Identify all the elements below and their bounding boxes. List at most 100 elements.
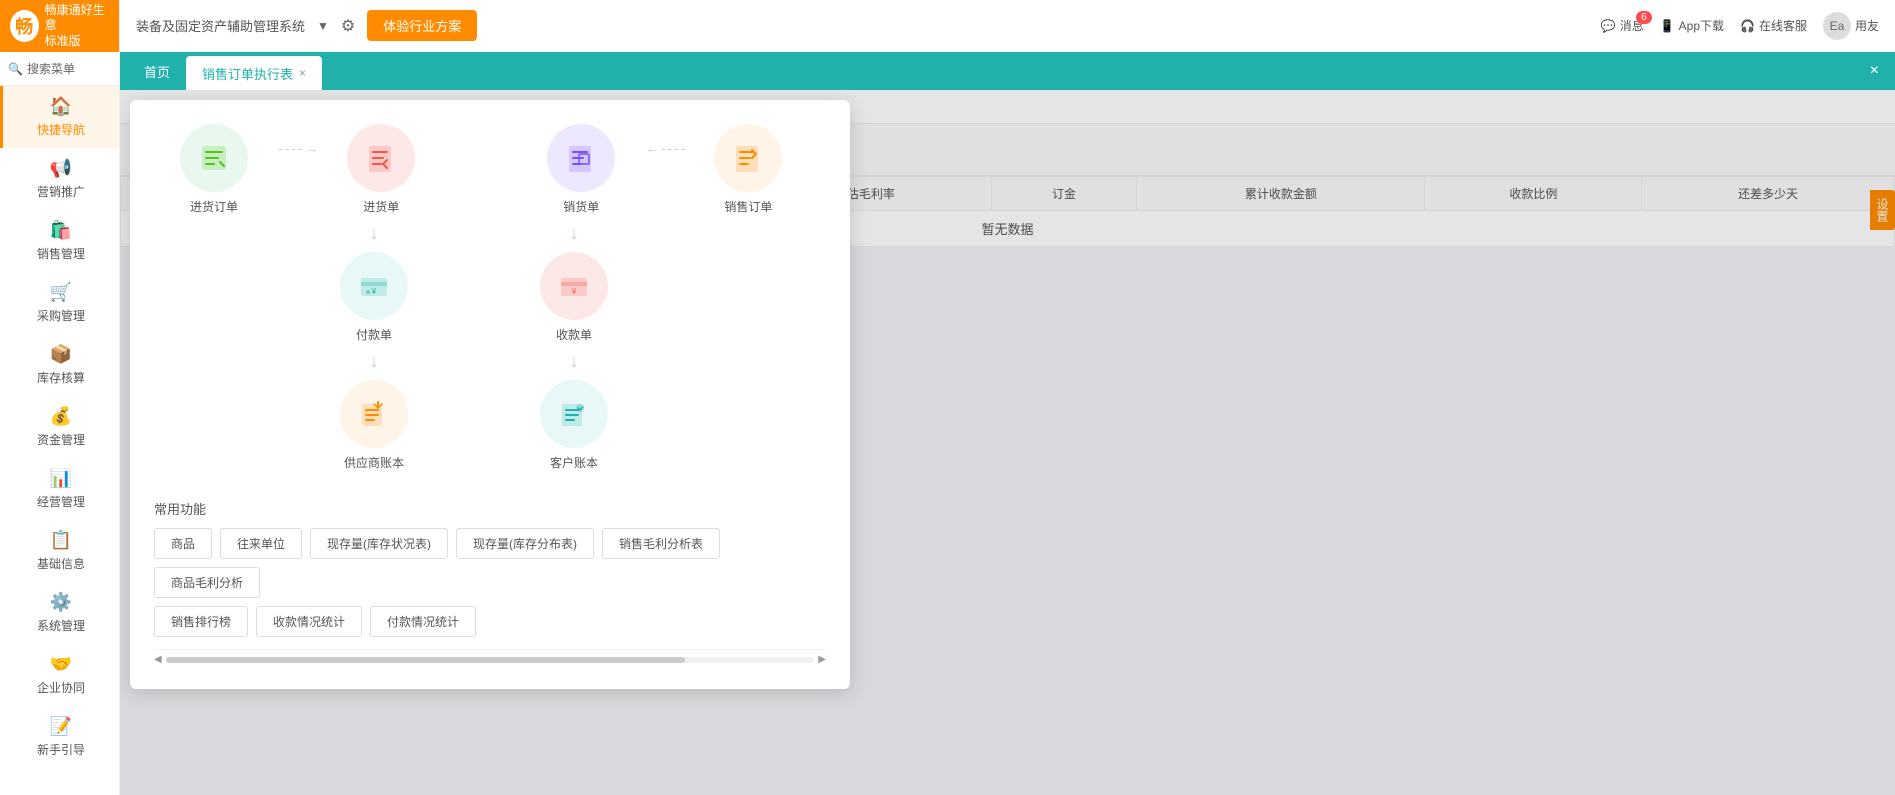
guide-icon: 📝 <box>50 716 72 737</box>
func-btn-sales-rank[interactable]: 销售排行榜 <box>154 606 248 637</box>
logo-text: 畅康通好生意 标准版 <box>45 3 109 50</box>
sidebar-item-operations[interactable]: 📊 经营管理 <box>0 458 119 520</box>
flow-row-v-arrows-2: ↓ ↓ <box>154 351 826 372</box>
flow-node-supplier[interactable]: 供应商账本 <box>314 380 434 471</box>
xh-bill-circle <box>547 124 615 192</box>
supplier-circle <box>340 380 408 448</box>
svg-text:¥: ¥ <box>571 287 577 296</box>
app-download-btn[interactable]: 📱 App下载 <box>1660 17 1724 34</box>
func-btn-product-profit[interactable]: 商品毛利分析 <box>154 567 260 598</box>
xh-order-label: 销售订单 <box>724 198 772 215</box>
flow-node-jh-order[interactable]: 进货订单 <box>154 124 274 215</box>
flow-v-arrow-jh: ↓ <box>314 223 434 244</box>
settings-icon[interactable]: ⚙ <box>341 16 355 36</box>
flow-row-1: 进货订单 - - - - → <box>154 124 826 215</box>
flow-node-xh-bill[interactable]: 销货单 <box>521 124 641 215</box>
fk-circle: ¥ <box>340 252 408 320</box>
message-icon: 💬 <box>1601 19 1616 33</box>
popup-scrollbar: ◀ ▶ <box>154 649 826 665</box>
sidebar-item-inventory[interactable]: 📦 库存核算 <box>0 334 119 396</box>
sidebar-item-quicknav[interactable]: 🏠 快捷导航 <box>0 86 119 148</box>
func-btn-receipt-stats[interactable]: 收款情况统计 <box>256 606 362 637</box>
customer-circle <box>540 380 608 448</box>
user-menu[interactable]: Ea 用友 <box>1823 12 1879 40</box>
xh-order-circle <box>714 124 782 192</box>
func-buttons-row2: 销售排行榜 收款情况统计 付款情况统计 <box>154 606 826 637</box>
sidebar-nav: 🏠 快捷导航 📢 营销推广 🛍️ 销售管理 🛒 采购管理 📦 库存核算 💰 <box>0 86 119 795</box>
func-btn-product[interactable]: 商品 <box>154 528 212 559</box>
func-btn-partners[interactable]: 往来单位 <box>220 528 302 559</box>
finance-icon: 💰 <box>50 406 72 427</box>
sidebar-item-guide[interactable]: 📝 新手引导 <box>0 706 119 768</box>
flow-diagram: 进货订单 - - - - → <box>154 124 826 479</box>
online-service-btn[interactable]: 🎧 在线客服 <box>1740 17 1807 34</box>
tabbar-close-btn[interactable]: × <box>1862 52 1887 90</box>
sk-label: 收款单 <box>556 326 592 343</box>
sidebar-item-collab[interactable]: 🤝 企业协同 <box>0 644 119 706</box>
supplier-label: 供应商账本 <box>344 454 404 471</box>
sidebar-item-basic-info[interactable]: 📋 基础信息 <box>0 520 119 582</box>
sidebar-item-marketing[interactable]: 📢 营销推广 <box>0 148 119 210</box>
scrollbar-track[interactable] <box>166 657 815 663</box>
main-area: 装备及固定资产辅助管理系统 ▼ ⚙ 体验行业方案 💬 消息 6 📱 App下载 … <box>120 0 1895 795</box>
tab-sales-order[interactable]: 销售订单执行表 × <box>186 56 322 90</box>
jh-bill-circle <box>347 124 415 192</box>
purchase-icon: 🛒 <box>50 282 72 303</box>
func-btn-sales-profit[interactable]: 销售毛利分析表 <box>602 528 720 559</box>
service-icon: 🎧 <box>1740 19 1755 33</box>
flow-node-fk[interactable]: ¥ 付款单 <box>314 252 434 343</box>
scrollbar-thumb <box>166 657 685 663</box>
flow-v2-arrow-sk: ↓ <box>514 351 634 372</box>
logo-icon: 畅 <box>10 10 39 42</box>
basic-info-icon: 📋 <box>50 530 72 551</box>
try-industry-btn[interactable]: 体验行业方案 <box>367 10 477 41</box>
tab-home[interactable]: 首页 <box>128 52 186 90</box>
jh-bill-label: 进货单 <box>363 198 399 215</box>
scrollbar-left-btn[interactable]: ◀ <box>154 654 162 665</box>
func-btn-stock-status[interactable]: 现存量(库存状况表) <box>310 528 448 559</box>
sidebar-item-system[interactable]: ⚙️ 系统管理 <box>0 582 119 644</box>
func-btn-stock-dist[interactable]: 现存量(库存分布表) <box>456 528 594 559</box>
scrollbar-right-btn[interactable]: ▶ <box>818 654 826 665</box>
system-title: 装备及固定资产辅助管理系统 <box>136 16 305 35</box>
flow-arrow-xh: ← - - - - <box>645 140 684 200</box>
customer-label: 客户账本 <box>550 454 598 471</box>
marketing-icon: 📢 <box>50 158 72 179</box>
flow-node-jh-bill[interactable]: 进货单 <box>321 124 441 215</box>
svg-text:¥: ¥ <box>371 287 377 296</box>
func-btn-payment-stats[interactable]: 付款情况统计 <box>370 606 476 637</box>
message-badge: 6 <box>1636 11 1652 24</box>
popup-card: 进货订单 - - - - → <box>130 100 850 689</box>
collab-icon: 🤝 <box>50 654 72 675</box>
message-btn[interactable]: 💬 消息 6 <box>1601 17 1644 34</box>
popup-overlay: 进货订单 - - - - → <box>120 90 1895 795</box>
content-area: ❓ 帮助 🖨 按模板打印 ▼ 📤 导出 🔄 刷新 设置 <box>120 90 1895 795</box>
topbar: 装备及固定资产辅助管理系统 ▼ ⚙ 体验行业方案 💬 消息 6 📱 App下载 … <box>120 0 1895 52</box>
flow-node-customer[interactable]: 客户账本 <box>514 380 634 471</box>
jh-order-label: 进货订单 <box>190 198 238 215</box>
search-icon: 🔍 <box>8 62 23 76</box>
operations-icon: 📊 <box>50 468 72 489</box>
flow-v2-arrow-fk: ↓ <box>314 351 434 372</box>
sidebar-item-finance[interactable]: 💰 资金管理 <box>0 396 119 458</box>
flow-node-xh-order[interactable]: 销售订单 <box>688 124 808 215</box>
tabbar: 首页 销售订单执行表 × × <box>120 52 1895 90</box>
flow-node-sk[interactable]: ¥ 收款单 <box>514 252 634 343</box>
fk-label: 付款单 <box>356 326 392 343</box>
flow-row-2: ¥ 付款单 <box>154 252 826 343</box>
download-icon: 📱 <box>1660 19 1675 33</box>
func-buttons-row1: 商品 往来单位 现存量(库存状况表) 现存量(库存分布表) 销售毛利分析表 商品… <box>154 528 826 598</box>
flow-v-arrow-xh: ↓ <box>514 223 634 244</box>
sidebar-item-purchase[interactable]: 🛒 采购管理 <box>0 272 119 334</box>
sidebar-logo: 畅 畅康通好生意 标准版 <box>0 0 119 52</box>
sales-icon: 🛍️ <box>50 220 72 241</box>
tab-close-icon[interactable]: × <box>299 66 306 80</box>
topbar-right: 💬 消息 6 📱 App下载 🎧 在线客服 Ea 用友 <box>1601 12 1879 40</box>
system-icon: ⚙️ <box>50 592 72 613</box>
sk-circle: ¥ <box>540 252 608 320</box>
common-funcs-title: 常用功能 <box>154 499 826 518</box>
common-funcs: 常用功能 商品 往来单位 现存量(库存状况表) 现存量(库存分布表) 销售毛利分… <box>154 499 826 637</box>
search-menu-btn[interactable]: 🔍 搜索菜单 <box>0 52 119 86</box>
sidebar-item-sales[interactable]: 🛍️ 销售管理 <box>0 210 119 272</box>
system-dropdown[interactable]: ▼ <box>317 19 329 33</box>
